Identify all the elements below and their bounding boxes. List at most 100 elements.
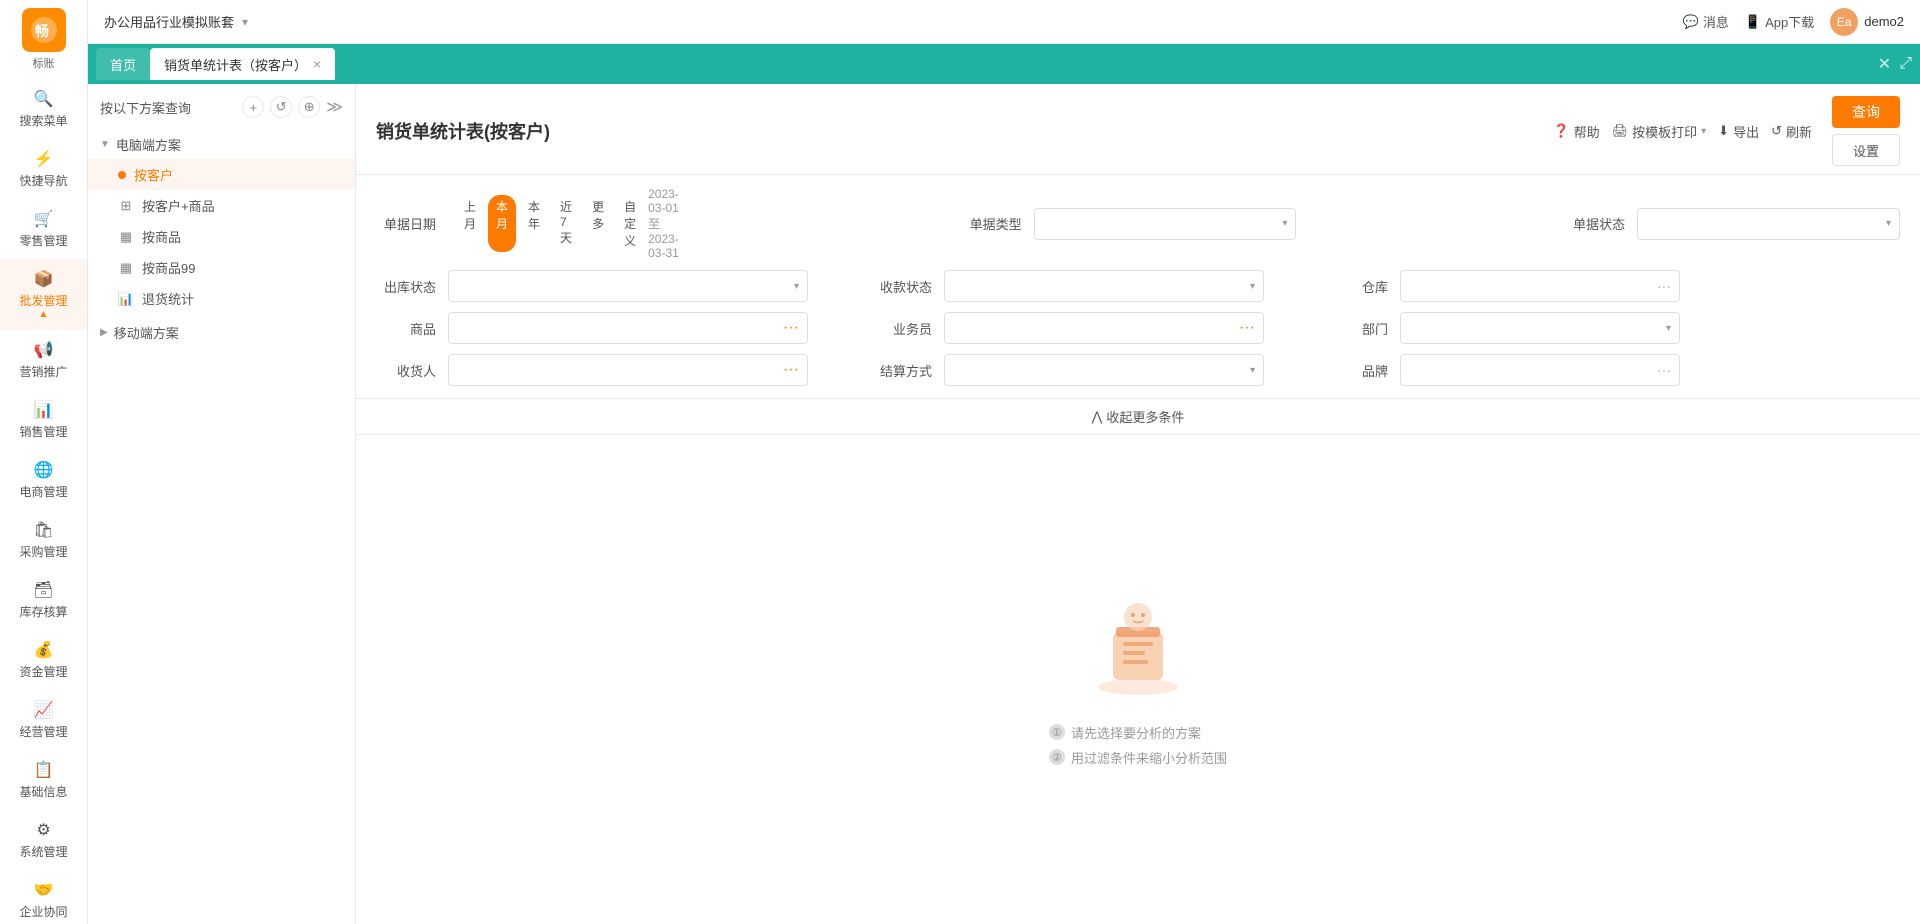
desktop-group-header[interactable]: ▼ 电脑端方案 [88, 130, 355, 159]
recipient-select[interactable]: ··· [448, 354, 808, 386]
sidebar-item-wholesale[interactable]: 📦 批发管理 ▲ [0, 259, 87, 330]
system-icon: ⚙ [34, 820, 54, 840]
sidebar-item-operations[interactable]: 📈 经营管理 [0, 690, 87, 750]
sidebar-item-search[interactable]: 🔍 搜索菜单 [0, 79, 87, 139]
sidebar-label-marketing: 营销推广 [19, 363, 67, 380]
date-tabs: 上月 本月 本年 近7天 更多 自定义 [456, 195, 644, 252]
warehouse-select[interactable]: ··· [1400, 270, 1680, 302]
print-label: 按模板打印 [1632, 122, 1697, 141]
sidebar-item-inventory[interactable]: 🗃 库存核算 [0, 570, 87, 630]
sidebar-label-wholesale: 批发管理 [19, 292, 67, 309]
query-button[interactable]: 查询 [1832, 96, 1900, 128]
hint-text-1: 请先选择要分析的方案 [1071, 723, 1201, 742]
product-select[interactable]: ··· [448, 312, 808, 344]
header-left: 办公用品行业模拟账套 ▾ [104, 12, 248, 31]
filter-row-status: 出库状态 ▾ 收款状态 ▾ 仓库 ··· [376, 270, 1900, 302]
salesman-select[interactable]: ··· [944, 312, 1264, 344]
department-label: 部门 [1328, 319, 1388, 338]
chart-icon: ⊞ [118, 198, 134, 214]
messages-label: 消息 [1703, 12, 1729, 31]
tab-sales-stats[interactable]: 销货单统计表（按客户） × [150, 48, 335, 80]
sidebar-item-purchase[interactable]: 🛍 采购管理 [0, 510, 87, 570]
ecommerce-icon: 🌐 [34, 460, 54, 480]
logo-area[interactable]: 畅 标账 [0, 0, 87, 79]
date-tab-last-7[interactable]: 近7天 [552, 195, 580, 252]
sidebar-item-ecommerce[interactable]: 🌐 电商管理 [0, 450, 87, 510]
print-dropdown-icon: ▾ [1701, 126, 1706, 137]
filter-row-product: 商品 ··· 业务员 ··· 部门 ▾ [376, 312, 1900, 344]
hint-num-2: ② [1049, 749, 1065, 765]
sidebar-item-retail[interactable]: 🛒 零售管理 [0, 199, 87, 259]
desktop-group-label: 电脑端方案 [116, 135, 181, 154]
operations-icon: 📈 [34, 700, 54, 720]
user-profile[interactable]: Ea demo2 [1830, 8, 1904, 36]
messages-button[interactable]: 💬 消息 [1683, 12, 1729, 31]
collapse-panel-icon[interactable]: ≫ [326, 97, 343, 117]
chevron-down-icon: ▼ [100, 139, 110, 150]
collection-select[interactable]: ▾ [944, 270, 1264, 302]
refresh-button[interactable]: ↺ 刷新 [1771, 122, 1812, 141]
page-actions: ❓ 帮助 🖨 按模板打印 ▾ ⬇ 导出 ↺ 刷新 [1553, 96, 1900, 166]
avatar: Ea [1830, 8, 1858, 36]
mobile-scheme-group: ▶ 移动端方案 [88, 318, 355, 347]
collapse-up-icon: ⋀ [1092, 409, 1103, 425]
scheme-by-customer-product[interactable]: ⊞ 按客户+商品 [88, 190, 355, 221]
settlement-arrow-icon: ▾ [1250, 365, 1255, 376]
scheme-by-product-99[interactable]: ▦ 按商品99 [88, 252, 355, 283]
empty-hints: ① 请先选择要分析的方案 ② 用过滤条件来缩小分析范围 [1049, 723, 1227, 773]
logo-text: 标账 [33, 55, 55, 71]
date-tab-last-month[interactable]: 上月 [456, 195, 484, 252]
export-button[interactable]: ⬇ 导出 [1718, 122, 1759, 141]
refresh-scheme-button[interactable]: ↺ [270, 96, 292, 118]
print-button[interactable]: 🖨 按模板打印 ▾ [1612, 122, 1707, 141]
department-select[interactable]: ▾ [1400, 312, 1680, 344]
date-tab-custom[interactable]: 自定义 [616, 195, 644, 252]
doc-status-select[interactable]: ▾ [1637, 208, 1900, 240]
collection-arrow-icon: ▾ [1250, 281, 1255, 292]
date-tab-more[interactable]: 更多 [584, 195, 612, 252]
doc-type-select[interactable]: ▾ [1034, 208, 1297, 240]
sidebar-item-enterprise[interactable]: 🤝 企业协同 [0, 870, 87, 924]
sidebar-item-system[interactable]: ⚙ 系统管理 [0, 810, 87, 870]
page-title: 销货单统计表(按客户) [376, 118, 550, 144]
collapse-bar[interactable]: ⋀ 收起更多条件 [356, 399, 1920, 435]
department-arrow-icon: ▾ [1666, 323, 1671, 334]
add-scheme-button[interactable]: + [242, 96, 264, 118]
date-tab-this-month[interactable]: 本月 [488, 195, 516, 252]
scheme-return-stats[interactable]: 📊 退货统计 [88, 283, 355, 314]
app-download-button[interactable]: 📱 App下载 [1745, 12, 1814, 31]
sidebar: 畅 标账 🔍 搜索菜单 ⚡ 快捷导航 🛒 零售管理 📦 批发管理 ▲ 📢 营销推… [0, 0, 88, 924]
sidebar-item-basic[interactable]: 📋 基础信息 [0, 750, 87, 810]
refresh-label: 刷新 [1786, 122, 1812, 141]
sidebar-item-sales[interactable]: 📊 销售管理 [0, 390, 87, 450]
mobile-group-header[interactable]: ▶ 移动端方案 [88, 318, 355, 347]
message-icon: 💬 [1683, 14, 1699, 30]
tab-home[interactable]: 首页 [96, 48, 150, 80]
scheme-by-customer[interactable]: 按客户 [88, 159, 355, 190]
settlement-select[interactable]: ▾ [944, 354, 1264, 386]
sidebar-nav: 🔍 搜索菜单 ⚡ 快捷导航 🛒 零售管理 📦 批发管理 ▲ 📢 营销推广 📊 销… [0, 79, 87, 924]
close-window-icon[interactable]: ✕ [1878, 54, 1891, 74]
sidebar-item-quick-nav[interactable]: ⚡ 快捷导航 [0, 139, 87, 199]
collapse-text: ⋀ 收起更多条件 [1092, 407, 1185, 426]
maximize-icon[interactable]: ⤢ [1899, 55, 1912, 73]
page-header: 销货单统计表(按客户) ❓ 帮助 🖨 按模板打印 ▾ ⬇ 导出 [356, 84, 1920, 175]
inventory-icon: 🗃 [34, 580, 54, 600]
brand-select[interactable]: ··· [1400, 354, 1680, 386]
tab-close-icon[interactable]: × [313, 57, 321, 71]
header-dropdown-icon[interactable]: ▾ [242, 15, 248, 29]
settings-button[interactable]: 设置 [1832, 134, 1900, 166]
hint-item-2: ② 用过滤条件来缩小分析范围 [1049, 748, 1227, 767]
filter-row-date: 单据日期 上月 本月 本年 近7天 更多 自定义 2023-03-01 至 20… [376, 187, 1900, 260]
outbound-arrow-icon: ▾ [794, 281, 799, 292]
help-button[interactable]: ❓ 帮助 [1553, 122, 1599, 141]
tab-bar: 首页 销货单统计表（按客户） × ✕ ⤢ [88, 44, 1920, 84]
table-icon: ▦ [118, 229, 134, 245]
sidebar-item-marketing[interactable]: 📢 营销推广 [0, 330, 87, 390]
settings-scheme-button[interactable]: ⊕ [298, 96, 320, 118]
scheme-by-product[interactable]: ▦ 按商品 [88, 221, 355, 252]
sidebar-item-finance[interactable]: 💰 资金管理 [0, 630, 87, 690]
date-tab-this-year[interactable]: 本年 [520, 195, 548, 252]
print-icon: 🖨 [1612, 123, 1629, 139]
outbound-select[interactable]: ▾ [448, 270, 808, 302]
